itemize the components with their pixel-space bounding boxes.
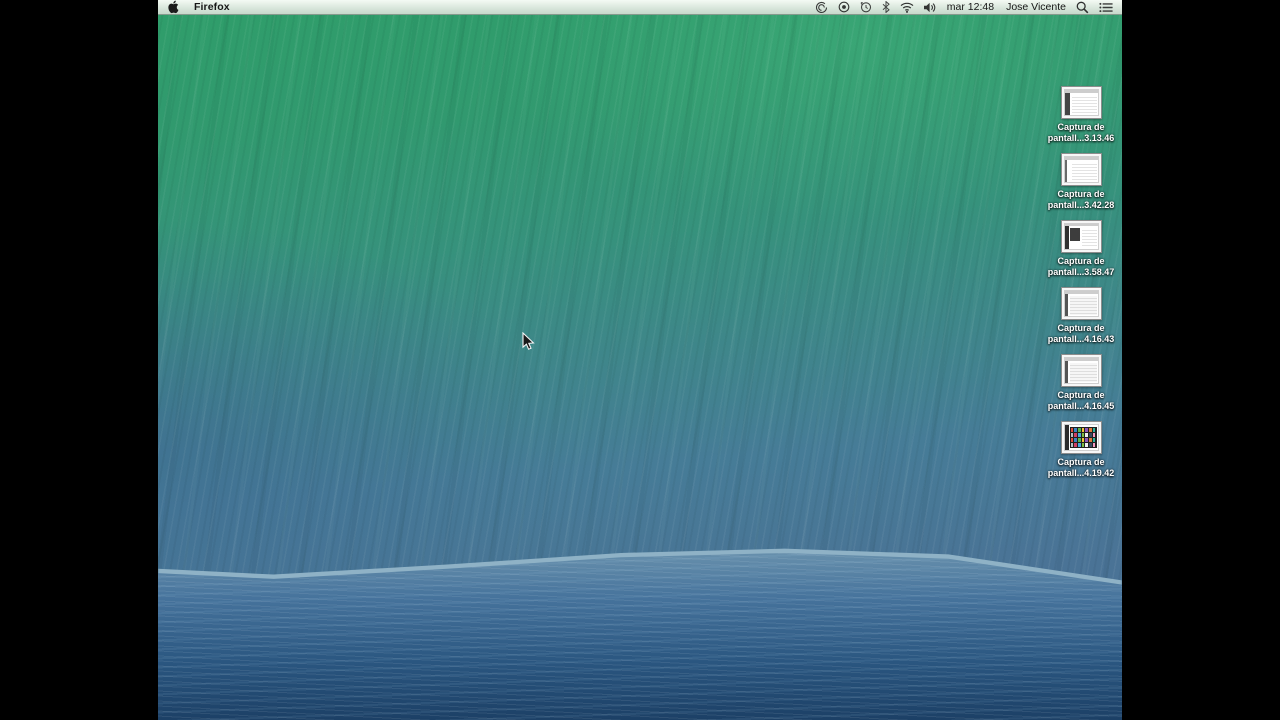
file-thumbnail bbox=[1060, 86, 1102, 119]
thumbnail-sidebar bbox=[1064, 160, 1067, 182]
thumbnail-image-block bbox=[1069, 228, 1080, 241]
screenshot-preview bbox=[1063, 357, 1099, 384]
file-thumbnail bbox=[1060, 153, 1102, 186]
desktop-icon-screenshot-6[interactable]: Captura de pantall...4.19.42 bbox=[1043, 421, 1119, 488]
thumbnail-titlebar bbox=[1064, 157, 1098, 160]
wifi-icon[interactable] bbox=[900, 2, 914, 13]
file-label: Captura de pantall...3.58.47 bbox=[1048, 256, 1115, 277]
fast-user-switching-menu[interactable]: Jose Vicente bbox=[1006, 0, 1066, 14]
menu-bar-status-area: mar 12:48 Jose Vicente bbox=[815, 0, 1113, 14]
file-label: Captura de pantall...4.16.45 bbox=[1048, 390, 1115, 411]
swirl-icon[interactable] bbox=[815, 1, 828, 14]
thumbnail-content-lines bbox=[1069, 296, 1097, 315]
mac-desktop-screen: Firefox mar 12:48 Jose Vicente Captura d… bbox=[158, 0, 1122, 720]
file-label: Captura de pantall...4.19.42 bbox=[1048, 457, 1115, 478]
thumbnail-content-lines bbox=[1069, 363, 1097, 382]
desktop-icon-screenshot-1[interactable]: Captura de pantall...3.13.46 bbox=[1043, 86, 1119, 153]
thumbnail-sidebar bbox=[1064, 361, 1068, 383]
file-label-line1: Captura de bbox=[1057, 457, 1105, 467]
menu-bar-left: Firefox bbox=[167, 0, 230, 14]
thumbnail-titlebar bbox=[1064, 224, 1098, 226]
file-label-line1: Captura de bbox=[1057, 323, 1105, 333]
screenshot-preview bbox=[1063, 156, 1099, 183]
desktop-wallpaper[interactable] bbox=[158, 0, 1122, 720]
file-label-line2: pantall...4.16.45 bbox=[1047, 400, 1115, 411]
thumbnail-titlebar bbox=[1064, 358, 1098, 361]
letterbox-right bbox=[1122, 0, 1280, 720]
file-label-line1: Captura de bbox=[1057, 122, 1105, 132]
apple-menu-icon[interactable] bbox=[167, 0, 179, 14]
file-label-line1: Captura de bbox=[1057, 390, 1105, 400]
file-label-line1: Captura de bbox=[1057, 189, 1105, 199]
thumbnail-titlebar bbox=[1064, 291, 1098, 294]
desktop-icon-screenshot-2[interactable]: Captura de pantall...3.42.28 bbox=[1043, 153, 1119, 220]
mouse-cursor bbox=[522, 331, 535, 356]
menu-bar: Firefox mar 12:48 Jose Vicente bbox=[158, 0, 1122, 15]
thumbnail-icon-grid bbox=[1069, 427, 1097, 448]
file-thumbnail bbox=[1060, 421, 1102, 454]
thumbnail-content-lines bbox=[1081, 228, 1097, 248]
file-label-line1: Captura de bbox=[1057, 256, 1105, 266]
thumbnail-sidebar bbox=[1064, 425, 1069, 450]
desktop-icon-screenshot-3[interactable]: Captura de pantall...3.58.47 bbox=[1043, 220, 1119, 287]
file-thumbnail bbox=[1060, 287, 1102, 320]
file-label: Captura de pantall...3.42.28 bbox=[1048, 189, 1115, 210]
file-label-line2: pantall...3.13.46 bbox=[1047, 132, 1115, 143]
record-icon[interactable] bbox=[838, 1, 850, 13]
volume-icon[interactable] bbox=[923, 2, 937, 13]
file-label-line2: pantall...3.58.47 bbox=[1047, 266, 1115, 277]
screenshot-preview bbox=[1063, 223, 1099, 250]
time-machine-icon[interactable] bbox=[860, 1, 872, 13]
desktop-icon-screenshot-4[interactable]: Captura de pantall...4.16.43 bbox=[1043, 287, 1119, 354]
file-label: Captura de pantall...4.16.43 bbox=[1048, 323, 1115, 344]
thumbnail-content-lines bbox=[1071, 162, 1097, 181]
desktop-icons-column: Captura de pantall...3.13.46 Captura de … bbox=[1043, 86, 1119, 488]
screenshot-preview bbox=[1063, 290, 1099, 317]
spotlight-search-icon[interactable] bbox=[1076, 1, 1089, 14]
file-label-line2: pantall...4.19.42 bbox=[1047, 467, 1115, 478]
bluetooth-icon[interactable] bbox=[882, 1, 890, 13]
file-label-line2: pantall...3.42.28 bbox=[1047, 199, 1115, 210]
file-thumbnail bbox=[1060, 354, 1102, 387]
letterbox-left bbox=[0, 0, 158, 720]
thumbnail-sidebar bbox=[1064, 294, 1068, 316]
notification-center-icon[interactable] bbox=[1099, 2, 1113, 13]
menu-bar-clock[interactable]: mar 12:48 bbox=[947, 0, 994, 14]
screenshot-preview bbox=[1063, 89, 1099, 116]
file-label: Captura de pantall...3.13.46 bbox=[1048, 122, 1115, 143]
active-app-menu[interactable]: Firefox bbox=[194, 0, 230, 14]
thumbnail-content-lines bbox=[1071, 95, 1097, 114]
file-label-line2: pantall...4.16.43 bbox=[1047, 333, 1115, 344]
screenshot-preview bbox=[1063, 424, 1099, 451]
thumbnail-sidebar bbox=[1064, 93, 1070, 115]
thumbnail-sidebar bbox=[1064, 226, 1069, 249]
file-thumbnail bbox=[1060, 220, 1102, 253]
desktop-icon-screenshot-5[interactable]: Captura de pantall...4.16.45 bbox=[1043, 354, 1119, 421]
